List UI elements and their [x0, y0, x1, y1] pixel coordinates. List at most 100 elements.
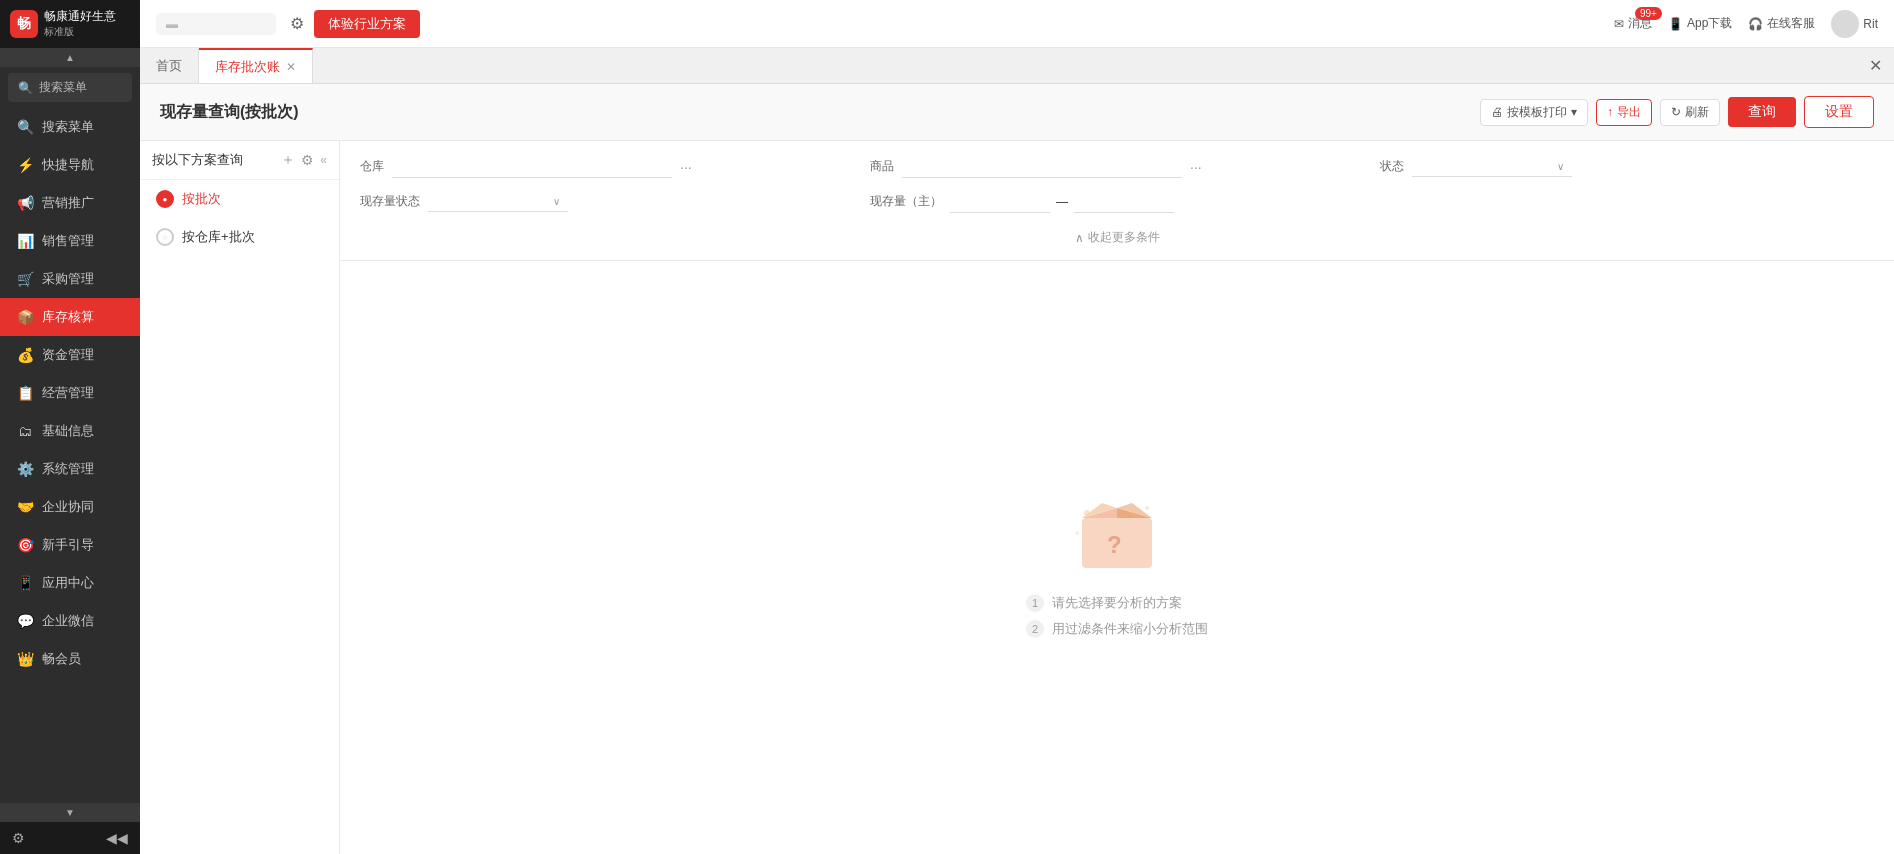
app-title-block: 畅康通好生意 标准版 — [44, 9, 116, 39]
left-panel-actions: ＋ ⚙ « — [281, 151, 327, 169]
message-btn[interactable]: ✉ 消息 99+ — [1614, 15, 1652, 32]
sidebar: 畅 畅康通好生意 标准版 ▲ 🔍 搜索菜单 🔍搜索菜单⚡快捷导航 📢 营销推广 📊销售… — [0, 0, 140, 854]
settings-icon[interactable]: ⚙ — [12, 830, 25, 846]
export-btn[interactable]: ↑ 导出 — [1596, 99, 1652, 126]
stock-qty-from[interactable] — [950, 190, 1050, 213]
topbar-search-box[interactable]: ▬ — [156, 13, 276, 35]
query-btn[interactable]: 查询 — [1728, 97, 1796, 127]
marketing-icon: 📢 — [16, 194, 34, 212]
body-layout: 按以下方案查询 ＋ ⚙ « ● 按批次 ○ 按仓库+批次 — [140, 141, 1894, 854]
settings-scheme-icon[interactable]: ⚙ — [301, 152, 314, 168]
status-label: 状态 — [1380, 158, 1404, 175]
filter-row-1: 仓库 ··· 商品 ··· 状态 — [360, 155, 1874, 178]
page-title: 现存量查询(按批次) — [160, 102, 299, 123]
sidebar-search[interactable]: 🔍 搜索菜单 — [8, 73, 132, 102]
warehouse-input[interactable] — [392, 155, 672, 178]
tab-home[interactable]: 首页 — [140, 48, 199, 83]
tab-inventory-batch[interactable]: 库存批次账 ✕ — [199, 48, 313, 83]
product-more-icon[interactable]: ··· — [1190, 159, 1202, 175]
user-menu[interactable]: Rit — [1831, 10, 1878, 38]
print-btn[interactable]: 🖨 按模板打印 ▾ — [1480, 99, 1588, 126]
stock-quantity-filter: 现存量（主） — — [870, 190, 1364, 213]
member-icon: 👑 — [16, 650, 34, 668]
stock-status-filter: 现存量状态 ∨ — [360, 192, 854, 212]
tab-close-icon[interactable]: ✕ — [286, 60, 296, 74]
stock-qty-to[interactable] — [1074, 190, 1174, 213]
sidebar-item-inventory[interactable]: 📦 库存核算 — [0, 298, 140, 336]
scheme-item-warehouse-batch[interactable]: ○ 按仓库+批次 — [140, 218, 339, 256]
filter-collapse[interactable]: ∧ 收起更多条件 — [360, 225, 1874, 246]
tabs-bar: 首页 库存批次账 ✕ ✕ — [140, 48, 1894, 84]
sidebar-item-label: 系统管理 — [42, 460, 94, 478]
page-actions: 🖨 按模板打印 ▾ ↑ 导出 ↻ 刷新 查询 设置 — [1480, 96, 1874, 128]
new-guide-icon: 🎯 — [16, 536, 34, 554]
app-download-btn[interactable]: 📱 App下载 — [1668, 15, 1732, 32]
warehouse-more-icon[interactable]: ··· — [680, 159, 692, 175]
results-area: ? 1 请先选择要分析的方案 — [340, 261, 1894, 854]
sidebar-item-operation[interactable]: 📋经营管理 — [0, 374, 140, 412]
empty-tip-2: 2 用过滤条件来缩小分析范围 — [1026, 620, 1208, 638]
sidebar-item-basic[interactable]: 🗂基础信息 — [0, 412, 140, 450]
inventory-icon: 📦 — [16, 308, 34, 326]
app-download-label: App下载 — [1687, 15, 1732, 32]
wechat-icon: 💬 — [16, 612, 34, 630]
sidebar-scroll-down[interactable]: ▼ — [0, 803, 140, 822]
sidebar-item-app-center[interactable]: 📱应用中心 — [0, 564, 140, 602]
scheme-active-icon: ● — [156, 190, 174, 208]
scheme-warehouse-batch-label: 按仓库+批次 — [182, 228, 255, 246]
sidebar-item-label: 资金管理 — [42, 346, 94, 364]
collapse-panel-icon[interactable]: « — [320, 153, 327, 167]
sidebar-item-new-guide[interactable]: 🎯新手引导 — [0, 526, 140, 564]
status-filter: 状态 ∨ — [1380, 157, 1874, 177]
product-input[interactable] — [902, 155, 1182, 178]
close-tab-btn[interactable]: ✕ — [1857, 56, 1894, 75]
tip-1-text: 请先选择要分析的方案 — [1052, 594, 1182, 612]
sidebar-item-label: 基础信息 — [42, 422, 94, 440]
stock-status-dropdown[interactable]: ∨ — [428, 192, 568, 212]
collapse-sidebar-icon[interactable]: ◀◀ — [106, 830, 128, 846]
sidebar-item-search[interactable]: 🔍搜索菜单 — [0, 108, 140, 146]
empty-state: ? 1 请先选择要分析的方案 — [1026, 478, 1208, 638]
finance-icon: 💰 — [16, 346, 34, 364]
empty-illustration: ? — [1057, 478, 1177, 578]
add-scheme-icon[interactable]: ＋ — [281, 151, 295, 169]
refresh-btn[interactable]: ↻ 刷新 — [1660, 99, 1720, 126]
sidebar-item-sales[interactable]: 📊销售管理 — [0, 222, 140, 260]
message-badge: 99+ — [1635, 7, 1662, 20]
settings-btn[interactable]: 设置 — [1804, 96, 1874, 128]
scheme-item-batch[interactable]: ● 按批次 — [140, 180, 339, 218]
sidebar-item-label: 企业协同 — [42, 498, 94, 516]
export-icon: ↑ — [1607, 105, 1613, 119]
sidebar-item-system[interactable]: ⚙️系统管理 — [0, 450, 140, 488]
topbar-gear-icon[interactable]: ⚙ — [290, 14, 304, 33]
sidebar-header: 畅 畅康通好生意 标准版 — [0, 0, 140, 48]
sidebar-item-quick-nav[interactable]: ⚡快捷导航 — [0, 146, 140, 184]
topbar-search-input[interactable] — [182, 17, 262, 31]
tip-2-text: 用过滤条件来缩小分析范围 — [1052, 620, 1208, 638]
stock-quantity-label: 现存量（主） — [870, 193, 942, 210]
online-service-btn[interactable]: 🎧 在线客服 — [1748, 15, 1815, 32]
sidebar-item-enterprise[interactable]: 🤝企业协同 — [0, 488, 140, 526]
sidebar-item-wechat[interactable]: 💬企业微信 — [0, 602, 140, 640]
sidebar-item-marketing[interactable]: 📢 营销推广 — [0, 184, 140, 222]
filter-area: 仓库 ··· 商品 ··· 状态 — [340, 141, 1894, 261]
sidebar-scroll-up[interactable]: ▲ — [0, 48, 140, 67]
sidebar-item-label: 搜索菜单 — [42, 118, 94, 136]
sidebar-item-purchase[interactable]: 🛒采购管理 — [0, 260, 140, 298]
topbar-search-icon: ▬ — [166, 17, 178, 31]
app-logo: 畅 — [10, 10, 38, 38]
main-area: ▬ ⚙ 体验行业方案 ✉ 消息 99+ 📱 App下载 🎧 在线客服 Rit — [140, 0, 1894, 854]
status-dropdown[interactable]: ∨ — [1412, 157, 1572, 177]
left-panel: 按以下方案查询 ＋ ⚙ « ● 按批次 ○ 按仓库+批次 — [140, 141, 340, 854]
stock-status-label: 现存量状态 — [360, 193, 420, 210]
sidebar-item-label: 营销推广 — [42, 194, 94, 212]
sidebar-item-label: 销售管理 — [42, 232, 94, 250]
quick-nav-icon: ⚡ — [16, 156, 34, 174]
tip-2-num: 2 — [1026, 620, 1044, 638]
experience-btn[interactable]: 体验行业方案 — [314, 10, 420, 38]
sidebar-item-member[interactable]: 👑畅会员 — [0, 640, 140, 678]
sidebar-item-label: 库存核算 — [42, 308, 94, 326]
stock-quantity-range: — — [950, 190, 1174, 213]
sidebar-item-finance[interactable]: 💰 资金管理 — [0, 336, 140, 374]
app-title: 畅康通好生意 — [44, 9, 116, 25]
